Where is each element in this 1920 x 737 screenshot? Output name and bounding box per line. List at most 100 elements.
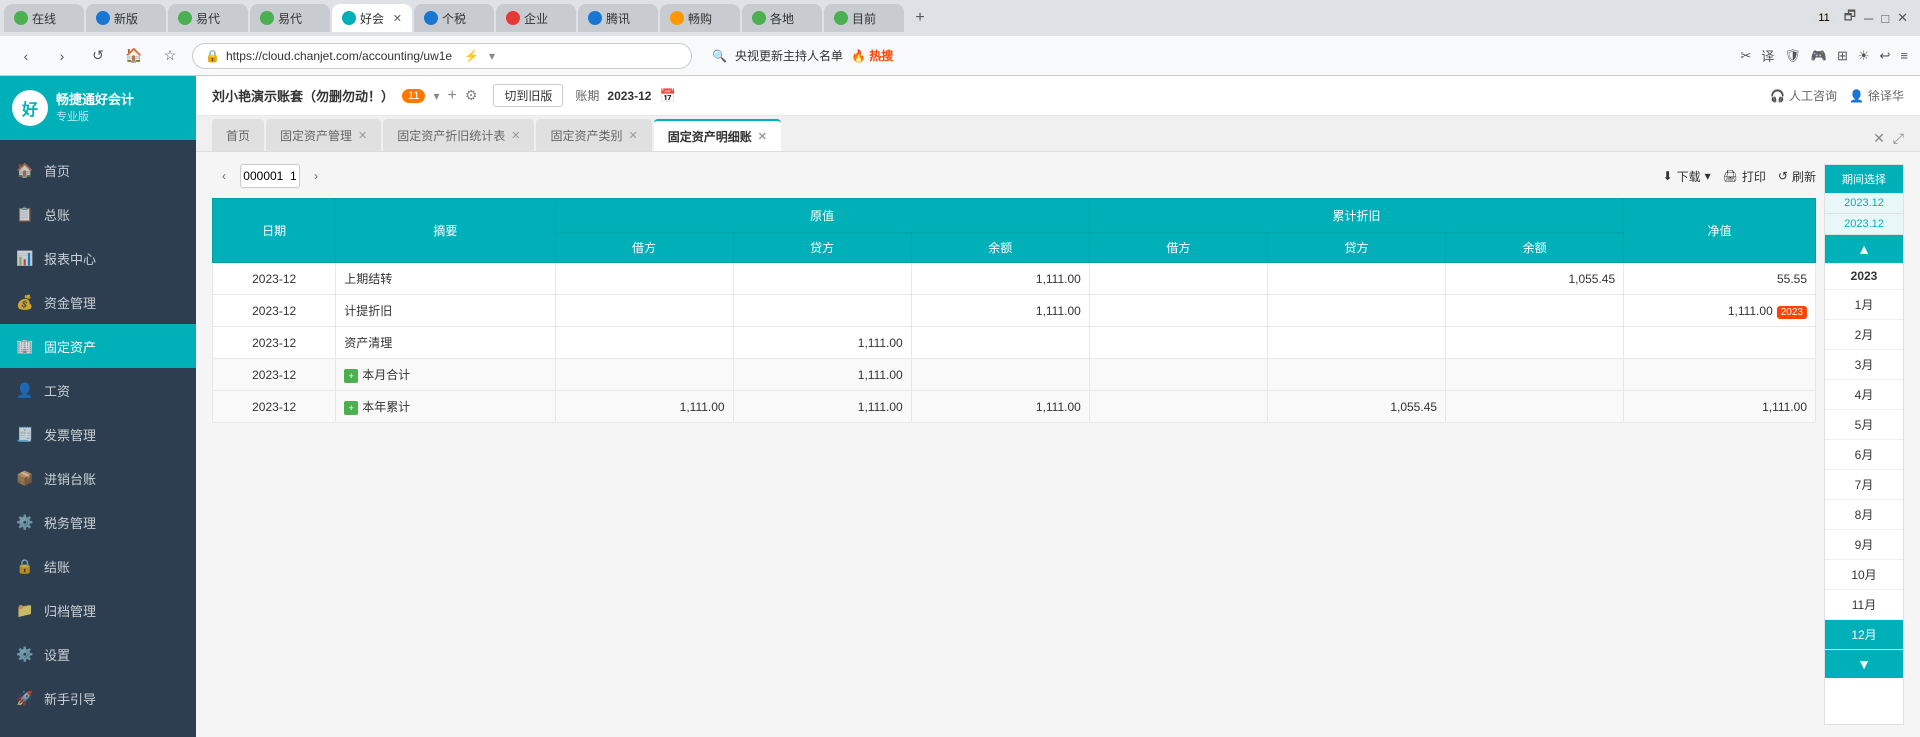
support-button[interactable]: 🎧 人工咨询 — [1770, 87, 1837, 104]
page-number-display[interactable] — [240, 164, 300, 188]
sidebar-item-guide[interactable]: 🚀 新手引导 — [0, 676, 196, 720]
dropdown-icon[interactable]: ▾ — [433, 89, 439, 103]
browser-tab-online[interactable]: 在线 — [4, 4, 84, 32]
sidebar-item-inventory[interactable]: 📦 进销台账 — [0, 456, 196, 500]
add-account-button[interactable]: + — [447, 87, 456, 105]
period-month-item[interactable]: 6月 — [1825, 440, 1903, 470]
tab-asset-detail[interactable]: 固定资产明细账 ✕ — [654, 119, 781, 151]
minimize-icon[interactable]: ─ — [1864, 11, 1873, 26]
logo-icon: 好 — [12, 90, 48, 126]
shield-icon[interactable]: 🛡 — [1784, 48, 1801, 64]
cell-accum-debit — [1089, 327, 1267, 359]
browser-tab-yidai1[interactable]: 易代 — [168, 4, 248, 32]
print-button[interactable]: 🖨 打印 — [1723, 168, 1766, 185]
restore-window-icon[interactable]: 🗗 — [1844, 7, 1856, 29]
sidebar-item-tax[interactable]: ⚙️ 税务管理 — [0, 500, 196, 544]
settings-account-button[interactable]: ⚙ — [465, 87, 478, 104]
period-month-active[interactable]: 12月 — [1825, 620, 1903, 650]
tab-fixed-asset-mgmt[interactable]: 固定资产管理 ✕ — [266, 119, 381, 151]
tab-depreciation-stats[interactable]: 固定资产折旧统计表 ✕ — [383, 119, 534, 151]
new-tab-button[interactable]: + — [906, 4, 934, 32]
period-month-item[interactable]: 10月 — [1825, 560, 1903, 590]
browser-tab-chang[interactable]: 畅购 — [660, 4, 740, 32]
tab-asset-category[interactable]: 固定资产类别 ✕ — [536, 119, 651, 151]
forward-button[interactable]: › — [48, 42, 76, 70]
assets-icon: 🏢 — [16, 337, 34, 355]
period-month-item[interactable]: 8月 — [1825, 500, 1903, 530]
sidebar-item-report[interactable]: 📊 报表中心 — [0, 236, 196, 280]
sidebar-item-invoice[interactable]: 🧾 发票管理 — [0, 412, 196, 456]
table-row: 2023-12 资产清理 1,111.00 — [213, 327, 1816, 359]
collapse-panel-icon[interactable]: ✕ — [1873, 130, 1885, 147]
home-button[interactable]: 🏠 — [120, 42, 148, 70]
sidebar-item-close[interactable]: 🔒 结账 — [0, 544, 196, 588]
cell-orig-debit — [555, 263, 733, 295]
browser-tab-yidai2[interactable]: 易代 — [250, 4, 330, 32]
address-input[interactable]: 🔒 https://cloud.chanjet.com/accounting/u… — [192, 43, 692, 69]
col-orig-debit: 借方 — [555, 233, 733, 263]
browser-tab-tencent[interactable]: 腾讯 — [578, 4, 658, 32]
undo-icon[interactable]: ↩ — [1880, 48, 1891, 64]
sidebar-item-ledger[interactable]: 📋 总账 — [0, 192, 196, 236]
back-button[interactable]: ‹ — [12, 42, 40, 70]
period-scroll-down[interactable]: ▼ — [1825, 650, 1903, 678]
download-button[interactable]: ⬇ 下载 ▾ — [1663, 168, 1711, 185]
cell-accum-balance: 1,055.45 — [1446, 263, 1624, 295]
game-icon[interactable]: 🎮 — [1811, 48, 1827, 64]
version-btn[interactable]: 切到旧版 — [493, 84, 563, 107]
topbar-right: 🎧 人工咨询 👤 徐译华 — [1770, 87, 1904, 104]
maximize-icon[interactable]: □ — [1881, 11, 1889, 26]
invoice-icon: 🧾 — [16, 425, 34, 443]
reload-button[interactable]: ↺ — [84, 42, 112, 70]
user-button[interactable]: 👤 徐译华 — [1849, 87, 1904, 104]
sidebar-item-home[interactable]: 🏠 首页 — [0, 148, 196, 192]
next-page-button[interactable]: › — [304, 164, 328, 188]
period-month-item[interactable]: 5月 — [1825, 410, 1903, 440]
home-icon: 🏠 — [16, 161, 34, 179]
translate-icon[interactable]: 译 — [1761, 46, 1774, 65]
expand-panel-icon[interactable]: ⤢ — [1893, 130, 1904, 147]
calendar-icon[interactable]: 📅 — [659, 88, 675, 104]
period-month-item[interactable]: 11月 — [1825, 590, 1903, 620]
scissors-icon[interactable]: ✂ — [1740, 48, 1751, 64]
browser-tab-gedi[interactable]: 各地 — [742, 4, 822, 32]
tab-close-icon[interactable]: ✕ — [511, 129, 520, 142]
bookmark-button[interactable]: ☆ — [156, 42, 184, 70]
dropdown-icon[interactable]: ▾ — [489, 49, 495, 63]
refresh-button[interactable]: ↺ 刷新 — [1778, 168, 1816, 185]
browser-tab-haohui[interactable]: 好会 ✕ — [332, 4, 412, 32]
grid-icon[interactable]: ⊞ — [1837, 48, 1848, 64]
period-month-item[interactable]: 9月 — [1825, 530, 1903, 560]
close-window-icon[interactable]: ✕ — [1897, 10, 1908, 26]
top-bar: 刘小艳演示账套（勿删勿动！） 11 ▾ + ⚙ 切到旧版 账期 2023-12 … — [196, 76, 1920, 116]
tab-close-icon[interactable]: ✕ — [393, 12, 402, 25]
sun-icon[interactable]: ☀ — [1858, 48, 1870, 64]
sidebar-item-salary[interactable]: 👤 工资 — [0, 368, 196, 412]
period-month-item[interactable]: 1月 — [1825, 290, 1903, 320]
table-row: 2023-12 计提折旧 1,111.00 1,111.002023 — [213, 295, 1816, 327]
tab-close-icon[interactable]: ✕ — [358, 129, 367, 142]
menu-icon[interactable]: ≡ — [1900, 48, 1908, 63]
period-month-item[interactable]: 2月 — [1825, 320, 1903, 350]
sidebar-item-settings[interactable]: ⚙️ 设置 — [0, 632, 196, 676]
tab-close-icon[interactable]: ✕ — [629, 129, 638, 142]
cell-orig-balance: 1,111.00 — [911, 295, 1089, 327]
col-summary: 摘要 — [336, 199, 555, 263]
tab-favicon — [260, 11, 274, 25]
browser-tab-geshui[interactable]: 个税 — [414, 4, 494, 32]
col-orig-balance: 余额 — [911, 233, 1089, 263]
sidebar-item-assets[interactable]: 🏢 固定资产 — [0, 324, 196, 368]
prev-page-button[interactable]: ‹ — [212, 164, 236, 188]
browser-tab-new[interactable]: 新版 — [86, 4, 166, 32]
sidebar-item-fund[interactable]: 💰 资金管理 — [0, 280, 196, 324]
browser-tab-mubiao[interactable]: 目前 — [824, 4, 904, 32]
period-month-item[interactable]: 3月 — [1825, 350, 1903, 380]
sidebar-item-archive[interactable]: 📁 归档管理 — [0, 588, 196, 632]
period-scroll-up[interactable]: ▲ — [1825, 235, 1903, 263]
tab-close-icon[interactable]: ✕ — [758, 130, 767, 143]
period-month-item[interactable]: 4月 — [1825, 380, 1903, 410]
period-month-item[interactable]: 7月 — [1825, 470, 1903, 500]
col-accum-credit: 贷方 — [1267, 233, 1445, 263]
browser-tab-qiye[interactable]: 企业 — [496, 4, 576, 32]
tab-home[interactable]: 首页 — [212, 119, 264, 151]
